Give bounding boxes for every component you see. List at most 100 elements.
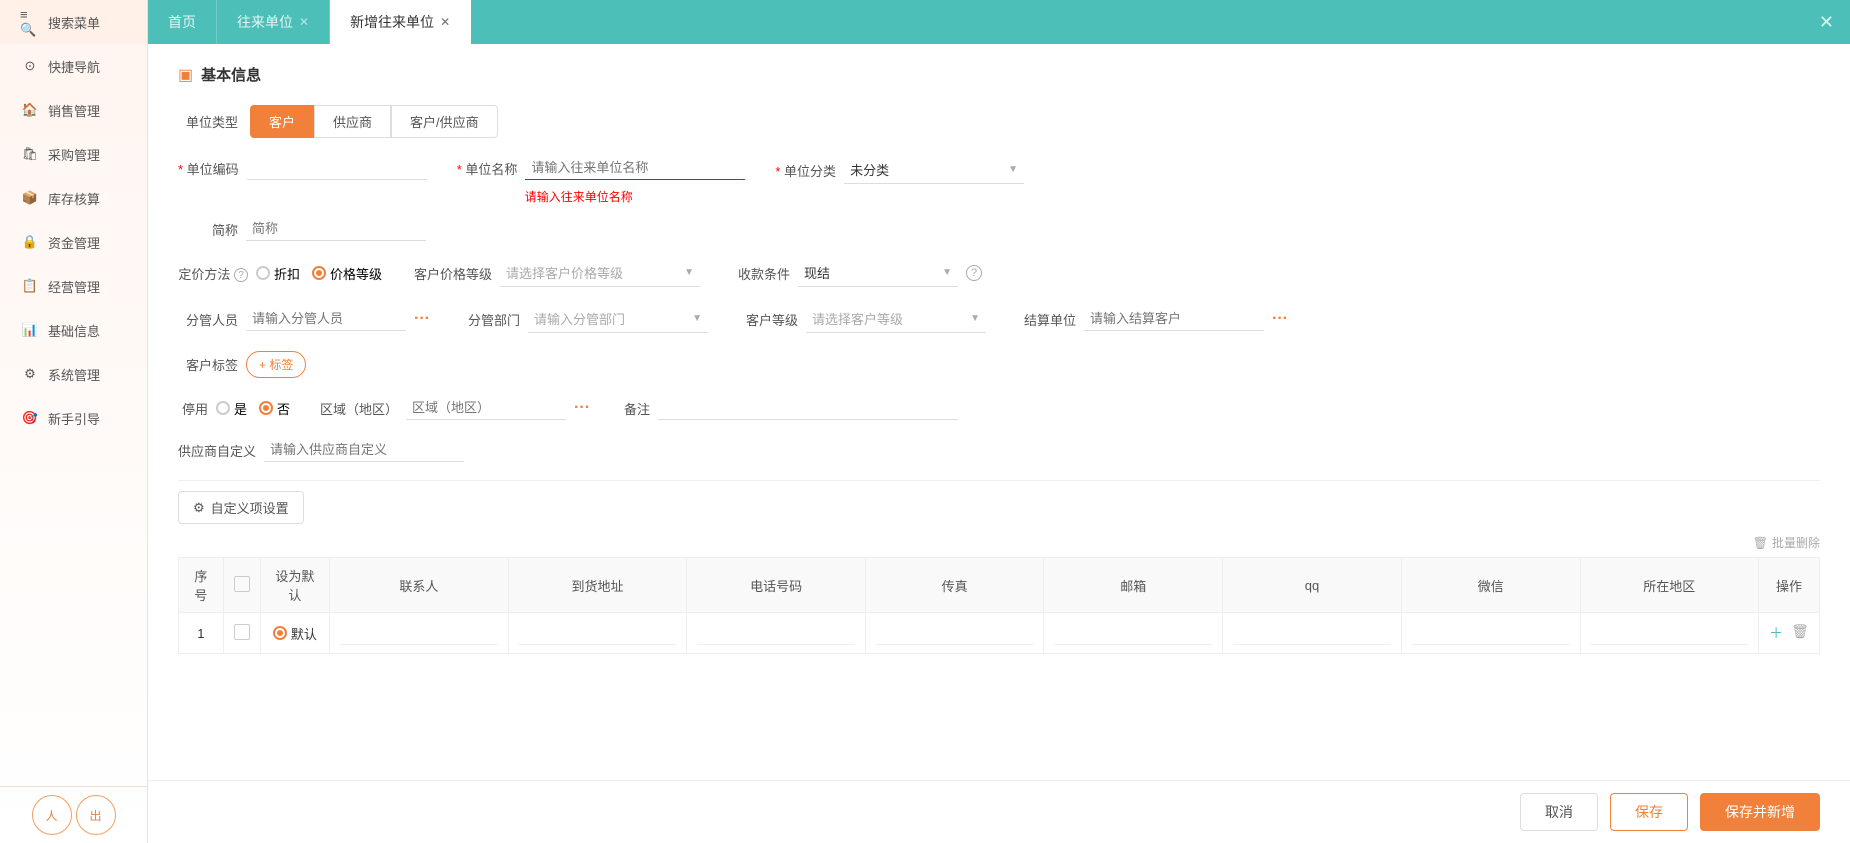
th-fax: 传真	[865, 558, 1044, 613]
name-error-wrap: 请输入往来单位名称	[457, 188, 633, 205]
sidebar-label-finance: 资金管理	[48, 233, 100, 252]
manager-more-btn[interactable]: ···	[414, 310, 430, 328]
sidebar-item-purchase[interactable]: 🛍 采购管理	[0, 132, 147, 176]
region-input[interactable]	[406, 396, 566, 420]
region-label: 区域（地区）	[320, 399, 398, 418]
no-radio[interactable]	[259, 401, 273, 415]
name-input[interactable]	[525, 156, 745, 180]
save-button[interactable]: 保存	[1610, 793, 1688, 831]
pricing-row: 定价方法 ? 折扣 价格等级 客户价格等级	[178, 259, 1820, 287]
sidebar-label-basic: 基础信息	[48, 321, 100, 340]
sidebar-item-search[interactable]: ≡🔍 搜索菜单	[0, 0, 147, 44]
remark-input[interactable]	[658, 396, 958, 420]
sidebar-item-finance[interactable]: 🔒 资金管理	[0, 220, 147, 264]
tag-label: 客户标签	[178, 355, 238, 374]
cell-email	[1044, 613, 1223, 654]
row-checkbox[interactable]	[234, 624, 250, 640]
tab-partner-list-close[interactable]: ✕	[299, 15, 309, 29]
disabled-field: 停用 是 否	[178, 399, 290, 418]
dept-field: 分管部门 请输入分管部门 ▼	[460, 305, 708, 333]
phone-input[interactable]	[697, 621, 855, 645]
discount-radio[interactable]	[256, 266, 270, 280]
th-seq: 序号	[179, 558, 224, 613]
dept-chevron: ▼	[692, 313, 702, 324]
cell-address	[508, 613, 687, 654]
sidebar-item-system[interactable]: ⚙ 系统管理	[0, 352, 147, 396]
qq-input[interactable]	[1233, 621, 1391, 645]
yes-radio[interactable]	[216, 401, 230, 415]
dept-select[interactable]: 请输入分管部门 ▼	[528, 305, 708, 333]
delete-row-btn[interactable]: 🗑	[1791, 623, 1809, 643]
disabled-yes[interactable]: 是	[216, 399, 247, 418]
supplier-custom-row: 供应商自定义	[178, 438, 1820, 462]
main-area: 首页 往来单位 ✕ 新增往来单位 ✕ ✕ ▣ 基本信息 单位类型 客户 供应商	[148, 0, 1850, 843]
manager-input[interactable]	[246, 307, 406, 331]
tab-new-partner[interactable]: 新增往来单位 ✕	[330, 0, 471, 44]
shortname-input[interactable]	[246, 217, 426, 241]
remark-label: 备注	[620, 399, 650, 418]
sidebar-label-purchase: 采购管理	[48, 145, 100, 164]
sidebar-label-inventory: 库存核算	[48, 189, 100, 208]
name-row: 单位名称	[457, 156, 746, 180]
default-radio-item[interactable]: 默认	[271, 624, 319, 643]
sidebar-item-sales[interactable]: 🏠 销售管理	[0, 88, 147, 132]
sidebar-bottom: 人 出	[0, 786, 147, 843]
save-new-button[interactable]: 保存并新增	[1700, 793, 1820, 831]
operation-icon: 📋	[20, 276, 40, 296]
user-btn[interactable]: 人	[32, 795, 72, 835]
cancel-button[interactable]: 取消	[1520, 793, 1598, 831]
purchase-icon: 🛍	[20, 144, 40, 164]
billing-unit-label: 结算单位	[1016, 310, 1076, 329]
billing-unit-more-btn[interactable]: ···	[1272, 310, 1288, 328]
close-all-tabs[interactable]: ✕	[1803, 12, 1850, 33]
code-input[interactable]: 000009	[247, 156, 427, 180]
code-field: 单位编码 000009	[178, 156, 427, 180]
customer-level-select[interactable]: 请选择客户等级 ▼	[806, 305, 986, 333]
unit-type-supplier[interactable]: 供应商	[314, 105, 391, 138]
batch-delete-icon: 🗑	[1753, 536, 1768, 550]
custom-settings-btn[interactable]: ⚙ 自定义项设置	[178, 491, 304, 524]
region-more-btn[interactable]: ···	[574, 399, 590, 417]
billing-unit-input[interactable]	[1084, 307, 1264, 331]
sidebar-item-operation[interactable]: 📋 经营管理	[0, 264, 147, 308]
wechat-input[interactable]	[1412, 621, 1570, 645]
pricing-grade[interactable]: 价格等级	[312, 264, 382, 283]
disabled-no[interactable]: 否	[259, 399, 290, 418]
payment-help-icon[interactable]: ?	[966, 265, 982, 281]
sidebar-item-guide[interactable]: 🎯 新手引导	[0, 396, 147, 440]
email-input[interactable]	[1054, 621, 1212, 645]
shortname-row: 简称	[178, 217, 1820, 241]
sidebar-item-quick-nav[interactable]: ⊙ 快捷导航	[0, 44, 147, 88]
tab-partner-list[interactable]: 往来单位 ✕	[217, 0, 330, 44]
tab-new-partner-close[interactable]: ✕	[440, 15, 450, 29]
region-table-input[interactable]	[1591, 621, 1749, 645]
th-checkbox	[223, 558, 260, 613]
name-label: 单位名称	[457, 159, 518, 178]
batch-delete-btn[interactable]: 🗑 批量删除	[1753, 534, 1820, 551]
tab-home-label: 首页	[168, 12, 196, 32]
default-radio[interactable]	[273, 626, 287, 640]
contact-input[interactable]	[340, 621, 498, 645]
payment-select[interactable]: 现结 ▼	[798, 259, 958, 287]
basic-icon: 📊	[20, 320, 40, 340]
grade-radio[interactable]	[312, 266, 326, 280]
supplier-custom-input[interactable]	[264, 438, 464, 462]
unit-type-customer[interactable]: 客户	[250, 105, 314, 138]
sidebar-item-basic[interactable]: 📊 基础信息	[0, 308, 147, 352]
table-actions: 🗑 批量删除	[178, 534, 1820, 551]
customer-price-select[interactable]: 请选择客户价格等级 ▼	[500, 259, 700, 287]
pricing-discount[interactable]: 折扣	[256, 264, 300, 283]
batch-delete-label: 批量删除	[1772, 534, 1820, 551]
sidebar-item-inventory[interactable]: 📦 库存核算	[0, 176, 147, 220]
fax-input[interactable]	[876, 621, 1034, 645]
header-checkbox[interactable]	[234, 576, 250, 592]
unit-type-both[interactable]: 客户/供应商	[391, 105, 498, 138]
exit-btn[interactable]: 出	[76, 795, 116, 835]
customer-price-placeholder: 请选择客户价格等级	[506, 263, 680, 282]
pricing-help-icon[interactable]: ?	[234, 268, 248, 282]
tab-home[interactable]: 首页	[148, 0, 217, 44]
address-input[interactable]	[519, 621, 677, 645]
add-tag-btn[interactable]: + 标签	[246, 351, 306, 378]
category-select[interactable]: 未分类 ▼	[844, 156, 1024, 184]
add-row-btn[interactable]: ＋	[1769, 623, 1783, 643]
